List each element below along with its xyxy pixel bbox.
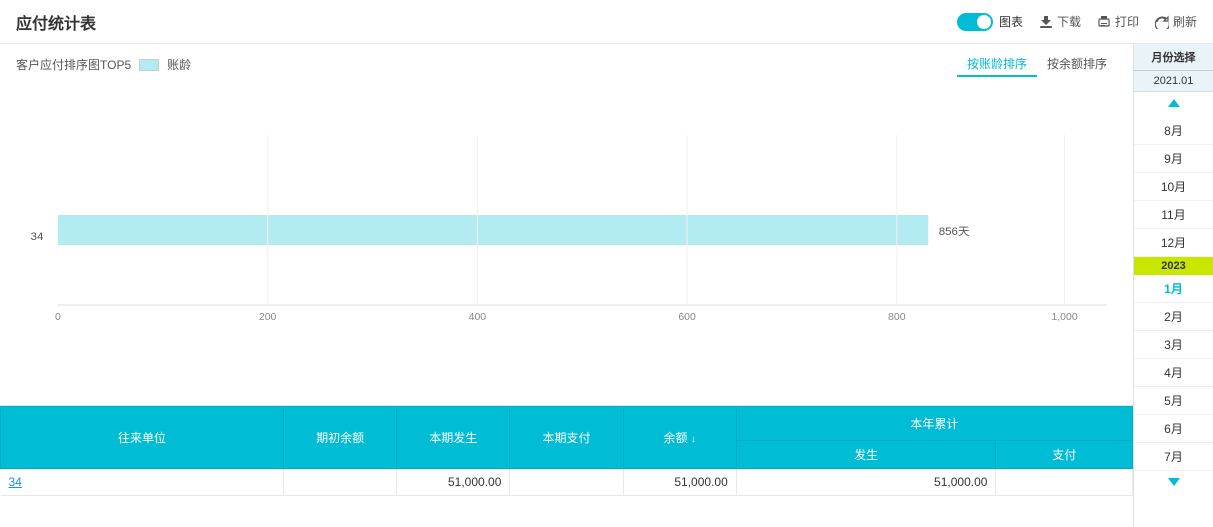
col-balance-header: 余额 ↓	[623, 407, 736, 469]
page-title: 应付统计表	[16, 10, 96, 34]
sidebar-item-jan[interactable]: 1月	[1134, 275, 1213, 303]
app-container: 应付统计表 图表 下载 打印 刷新	[0, 0, 1213, 527]
svg-text:600: 600	[678, 312, 696, 323]
legend-title: 客户应付排序图TOP5	[16, 56, 131, 73]
sort-by-amount-btn[interactable]: 按余额排序	[1037, 52, 1117, 77]
cell-opening	[284, 469, 397, 496]
print-icon	[1097, 15, 1111, 29]
svg-text:34: 34	[31, 231, 44, 243]
sidebar-item-jun[interactable]: 6月	[1134, 415, 1213, 443]
chart-toggle-wrap: 图表	[957, 13, 1023, 31]
print-label: 打印	[1115, 13, 1139, 30]
sidebar-current-year-month: 2021.01	[1134, 71, 1213, 92]
legend-box-label: 账龄	[167, 56, 191, 73]
table-row: 34 51,000.00 51,000.00 51,000.00	[1, 469, 1133, 496]
col-ytd-pay-subheader: 支付	[996, 441, 1133, 469]
col-occur-header: 本期发生	[397, 407, 510, 469]
sidebar-item-dec[interactable]: 12月	[1134, 229, 1213, 257]
chart-sort-buttons: 按账龄排序 按余额排序	[957, 52, 1117, 77]
download-button[interactable]: 下载	[1039, 13, 1081, 30]
chart-area: 34 856天 0 200 400 600 800 1,000	[0, 85, 1133, 405]
col-opening-header: 期初余额	[284, 407, 397, 469]
svg-text:0: 0	[55, 312, 61, 323]
cell-pay	[510, 469, 623, 496]
svg-text:400: 400	[469, 312, 487, 323]
col-pay-header: 本期支付	[510, 407, 623, 469]
chart-legend: 客户应付排序图TOP5 账龄	[16, 56, 191, 73]
bar-chart: 34 856天 0 200 400 600 800 1,000	[16, 95, 1117, 375]
sort-by-balance-btn[interactable]: 按账龄排序	[957, 52, 1037, 77]
sidebar-down-button[interactable]	[1134, 471, 1213, 496]
svg-text:1,000: 1,000	[1051, 312, 1078, 323]
header-actions: 图表 下载 打印 刷新	[957, 13, 1197, 31]
sidebar-item-oct[interactable]: 10月	[1134, 173, 1213, 201]
chart-section: 客户应付排序图TOP5 账龄 按账龄排序 按余额排序 34 856天	[0, 44, 1133, 527]
col-ytd-occur-subheader: 发生	[736, 441, 996, 469]
print-button[interactable]: 打印	[1097, 13, 1139, 30]
sidebar-item-jul[interactable]: 7月	[1134, 443, 1213, 471]
sidebar-item-aug[interactable]: 8月	[1134, 117, 1213, 145]
table-section: 往来单位 期初余额 本期发生 本期支付 余额 ↓ 本年累计	[0, 405, 1133, 496]
svg-text:856天: 856天	[939, 226, 970, 238]
sidebar-item-may[interactable]: 5月	[1134, 387, 1213, 415]
cell-balance: 51,000.00	[623, 469, 736, 496]
legend-box	[139, 59, 159, 71]
col-unit-header: 往来单位	[1, 407, 284, 469]
refresh-button[interactable]: 刷新	[1155, 13, 1197, 30]
sidebar-up-button[interactable]	[1134, 92, 1213, 117]
data-table: 往来单位 期初余额 本期发生 本期支付 余额 ↓ 本年累计	[0, 406, 1133, 496]
chart-header: 客户应付排序图TOP5 账龄 按账龄排序 按余额排序	[0, 44, 1133, 85]
cell-ytd-pay	[996, 469, 1133, 496]
refresh-icon	[1155, 15, 1169, 29]
download-icon	[1039, 15, 1053, 29]
sidebar: 月份选择 2021.01 8月 9月 10月 11月 12月 2023 1月 2…	[1133, 44, 1213, 527]
sidebar-year-2023: 2023	[1134, 257, 1213, 275]
cell-occur: 51,000.00	[397, 469, 510, 496]
cell-ytd-occur: 51,000.00	[736, 469, 996, 496]
header: 应付统计表 图表 下载 打印 刷新	[0, 0, 1213, 44]
sidebar-item-mar[interactable]: 3月	[1134, 331, 1213, 359]
chart-toggle[interactable]	[957, 13, 993, 31]
download-label: 下载	[1057, 13, 1081, 30]
refresh-label: 刷新	[1173, 13, 1197, 30]
table-wrapper: 往来单位 期初余额 本期发生 本期支付 余额 ↓ 本年累计	[0, 406, 1133, 496]
svg-text:200: 200	[259, 312, 277, 323]
sidebar-item-nov[interactable]: 11月	[1134, 201, 1213, 229]
sidebar-item-sep[interactable]: 9月	[1134, 145, 1213, 173]
sidebar-item-apr[interactable]: 4月	[1134, 359, 1213, 387]
col-ytd-header: 本年累计	[736, 407, 1132, 441]
sidebar-item-feb[interactable]: 2月	[1134, 303, 1213, 331]
cell-unit[interactable]: 34	[1, 469, 284, 496]
chart-toggle-label: 图表	[999, 13, 1023, 30]
svg-text:800: 800	[888, 312, 906, 323]
sidebar-month-title: 月份选择	[1134, 44, 1213, 71]
chevron-down-icon	[1166, 474, 1182, 490]
main-content: 客户应付排序图TOP5 账龄 按账龄排序 按余额排序 34 856天	[0, 44, 1213, 527]
chevron-up-icon	[1166, 95, 1182, 111]
